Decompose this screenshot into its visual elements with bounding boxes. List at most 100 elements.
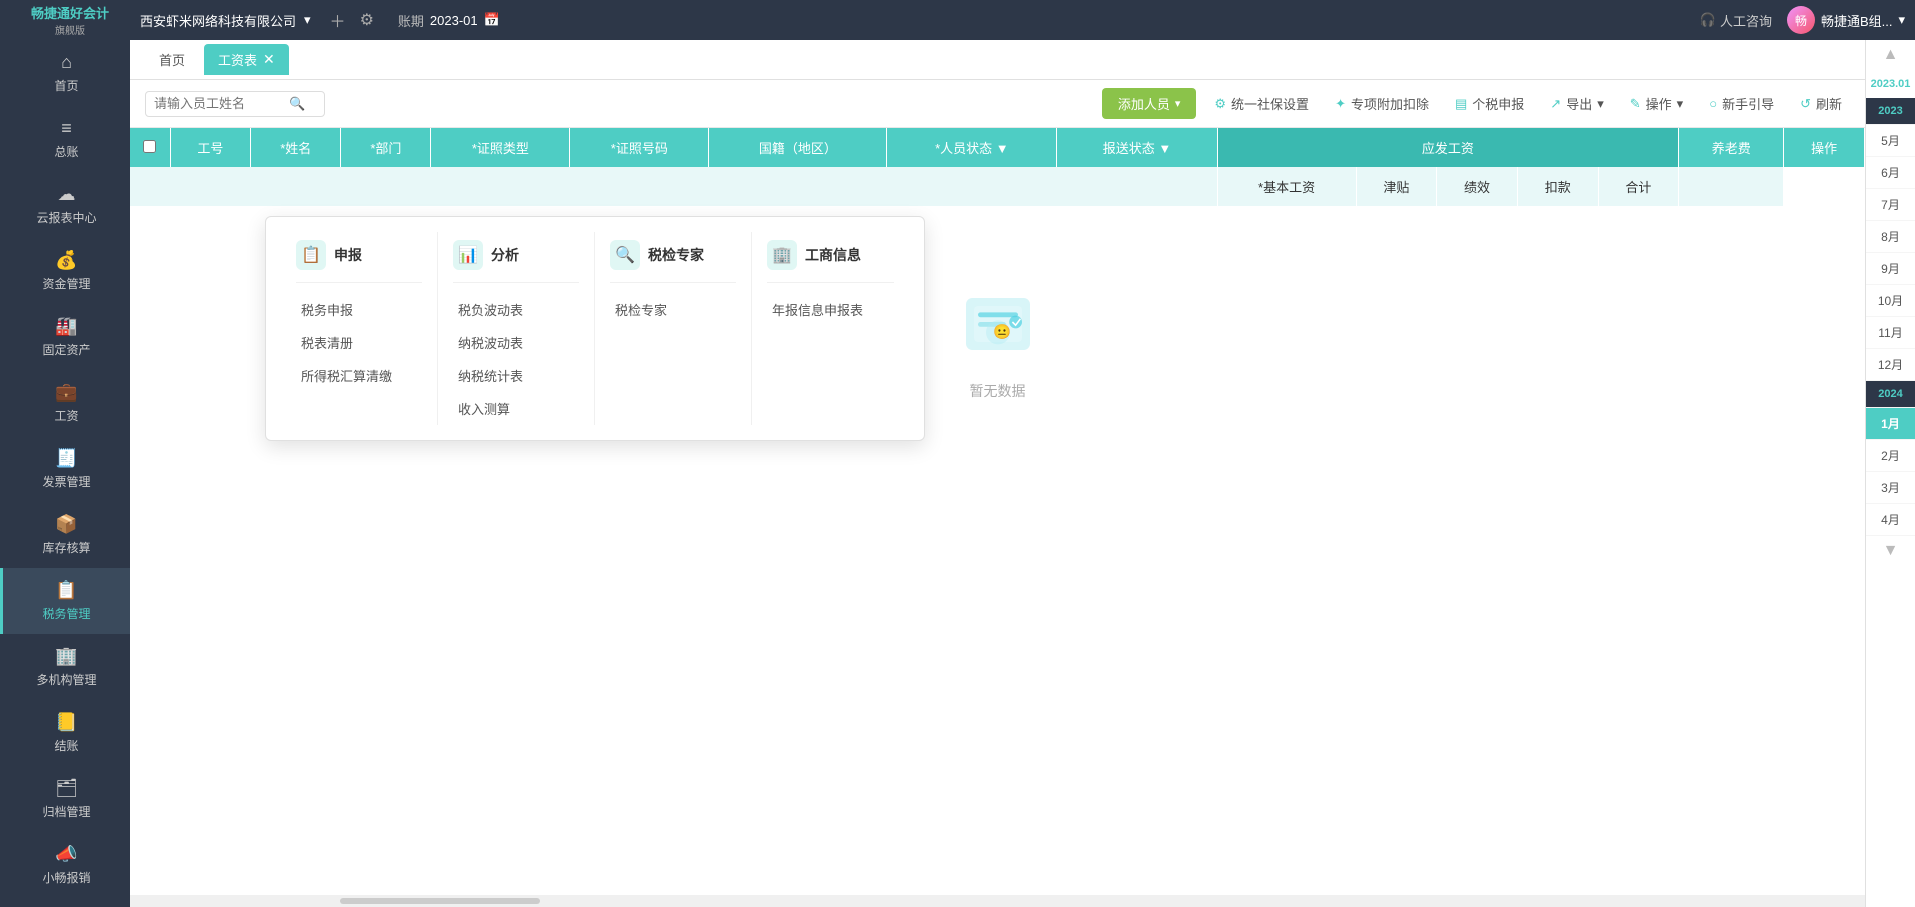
search-icon: 🔍 (289, 96, 305, 112)
sidebar-label-assets: 固定资产 (42, 341, 90, 358)
col-department: *部门 (341, 128, 431, 167)
calendar-icon[interactable]: 📅 (484, 12, 500, 28)
sidebar-item-settings[interactable]: ⚙ 基础设置 (0, 898, 130, 907)
search-input[interactable] (154, 96, 284, 111)
sidebar-item-inventory[interactable]: 📦 库存核算 (0, 502, 130, 568)
customer-service-btn[interactable]: 🎧 人工咨询 (1700, 11, 1772, 30)
sub-header-empty (130, 167, 1217, 206)
dropdown-arrow-icon: ▾ (304, 12, 311, 28)
dropdown-col-header-analysis: 📊 分析 (453, 232, 579, 283)
item-tax-expert[interactable]: 税检专家 (610, 293, 736, 326)
tab-salary-label: 工资表 (218, 50, 257, 69)
month-1-active[interactable]: 1月 (1866, 408, 1915, 440)
item-income-tax-settlement[interactable]: 所得税汇算清缴 (296, 359, 422, 392)
date-panel: ▲ 2023.01 2023 5月 6月 7月 8月 9月 10月 11月 12… (1865, 40, 1915, 907)
logo: 畅捷通好会计 旗舰版 (10, 3, 130, 37)
invoice-icon: 🧾 (55, 448, 77, 469)
settings-icon[interactable]: ⚙ (356, 8, 378, 32)
item-income-forecast[interactable]: 收入测算 (453, 392, 579, 425)
item-tax-form-list[interactable]: 税表清册 (296, 326, 422, 359)
checkbox-all-header[interactable] (130, 128, 170, 167)
month-3[interactable]: 3月 (1866, 472, 1915, 504)
date-nav-up[interactable]: ▲ (1866, 40, 1915, 70)
operations-btn[interactable]: ✎ 操作 ▾ (1622, 90, 1691, 117)
sidebar-label-expense: 小畅报销 (42, 869, 90, 886)
month-2[interactable]: 2月 (1866, 440, 1915, 472)
sidebar-item-close-accounts[interactable]: 📒 结账 (0, 700, 130, 766)
item-annual-report[interactable]: 年报信息申报表 (767, 293, 894, 326)
sidebar-label-home: 首页 (54, 77, 78, 94)
month-7[interactable]: 7月 (1866, 189, 1915, 221)
tab-close-button[interactable]: ✕ (263, 51, 275, 68)
shenbao-col-icon: 📋 (296, 240, 326, 270)
sidebar-item-assets[interactable]: 🏭 固定资产 (0, 304, 130, 370)
sidebar-item-salary[interactable]: 💼 工资 (0, 370, 130, 436)
operations-icon: ✎ (1630, 96, 1641, 112)
empty-illustration: 😐 (948, 286, 1048, 366)
top-bar: 畅捷通好会计 旗舰版 西安虾米网络科技有限公司 ▾ ＋ ⚙ 账期 2023-01… (0, 0, 1915, 40)
month-12[interactable]: 12月 (1866, 349, 1915, 381)
item-tax-statistics[interactable]: 纳税统计表 (453, 359, 579, 392)
sidebar-item-tax[interactable]: 📋 税务管理 (0, 568, 130, 634)
period-area: 账期 2023-01 📅 (398, 11, 500, 30)
refresh-btn[interactable]: ↺ 刷新 (1792, 90, 1850, 117)
tab-salary-table[interactable]: 工资表 ✕ (204, 44, 289, 75)
empty-text: 暂无数据 (970, 381, 1026, 401)
sidebar-item-cloud[interactable]: ☁ 云报表中心 (0, 172, 130, 238)
sidebar-item-funds[interactable]: 💰 资金管理 (0, 238, 130, 304)
special-deduction-btn[interactable]: ✦ 专项附加扣除 (1327, 90, 1437, 117)
month-9[interactable]: 9月 (1866, 253, 1915, 285)
dropdown-col-shenBao: 📋 申报 税务申报 税表清册 所得税汇算清缴 (281, 232, 438, 425)
month-4[interactable]: 4月 (1866, 504, 1915, 536)
period-label: 账期 (398, 11, 424, 30)
month-6[interactable]: 6月 (1866, 157, 1915, 189)
add-company-button[interactable]: ＋ (326, 6, 350, 34)
logo-subtitle: 旗舰版 (55, 22, 85, 37)
tab-home[interactable]: 首页 (145, 44, 199, 75)
item-tax-payment-fluctuation[interactable]: 纳税波动表 (453, 326, 579, 359)
item-tax-declaration[interactable]: 税务申报 (296, 293, 422, 326)
search-box[interactable]: 🔍 (145, 91, 325, 117)
month-5[interactable]: 5月 (1866, 125, 1915, 157)
sidebar-item-invoice[interactable]: 🧾 发票管理 (0, 436, 130, 502)
cloud-icon: ☁ (58, 184, 76, 205)
sidebar-label-archive: 归档管理 (42, 803, 90, 820)
business-col-icon: 🏢 (767, 240, 797, 270)
funds-icon: 💰 (55, 250, 77, 271)
company-selector[interactable]: 西安虾米网络科技有限公司 ▾ (140, 11, 311, 30)
dropdown-col-header-taxcheck: 🔍 税检专家 (610, 232, 736, 283)
user-dropdown-icon: ▾ (1898, 12, 1905, 28)
archive-icon: 🗂 (55, 778, 78, 799)
month-10[interactable]: 10月 (1866, 285, 1915, 317)
item-tax-burden-fluctuation[interactable]: 税负波动表 (453, 293, 579, 326)
scroll-bar[interactable] (130, 895, 1865, 907)
export-btn[interactable]: ↗ 导出 ▾ (1542, 90, 1611, 117)
sidebar-label-invoice: 发票管理 (42, 473, 90, 490)
sidebar-item-ledger[interactable]: ≡ 总账 (0, 106, 130, 172)
add-person-button[interactable]: 添加人员 ▾ (1102, 88, 1197, 119)
guide-btn[interactable]: ○ 新手引导 (1701, 90, 1782, 117)
unified-social-insurance-btn[interactable]: ⚙ 统一社保设置 (1206, 90, 1317, 117)
period-value: 2023-01 (430, 13, 478, 28)
date-nav-down[interactable]: ▼ (1866, 536, 1915, 566)
layout: ⌂ 首页 ≡ 总账 ☁ 云报表中心 💰 资金管理 🏭 固定资产 💼 工资 🧾 发… (0, 40, 1915, 907)
select-all-checkbox[interactable] (143, 140, 156, 153)
sidebar-item-expense[interactable]: 📣 小畅报销 (0, 832, 130, 898)
scroll-thumb[interactable] (340, 898, 540, 904)
date-year-header: 2023.01 (1869, 70, 1913, 98)
individual-tax-btn[interactable]: ▤ 个税申报 (1447, 90, 1532, 117)
salary-icon: 💼 (55, 382, 77, 403)
month-8[interactable]: 8月 (1866, 221, 1915, 253)
col-nationality: 国籍（地区） (709, 128, 887, 167)
expense-icon: 📣 (55, 844, 77, 865)
shenbao-title: 申报 (334, 245, 362, 265)
taxcheck-col-icon: 🔍 (610, 240, 640, 270)
sidebar-item-home[interactable]: ⌂ 首页 (0, 40, 130, 106)
user-info[interactable]: 畅 畅捷通B组... ▾ (1787, 6, 1905, 34)
export-dropdown-icon: ▾ (1597, 96, 1604, 112)
sidebar-item-multi-org[interactable]: 🏢 多机构管理 (0, 634, 130, 700)
dropdown-col-business: 🏢 工商信息 年报信息申报表 (752, 232, 909, 425)
month-11[interactable]: 11月 (1866, 317, 1915, 349)
dropdown-col-taxcheck: 🔍 税检专家 税检专家 (595, 232, 752, 425)
sidebar-item-archive[interactable]: 🗂 归档管理 (0, 766, 130, 832)
